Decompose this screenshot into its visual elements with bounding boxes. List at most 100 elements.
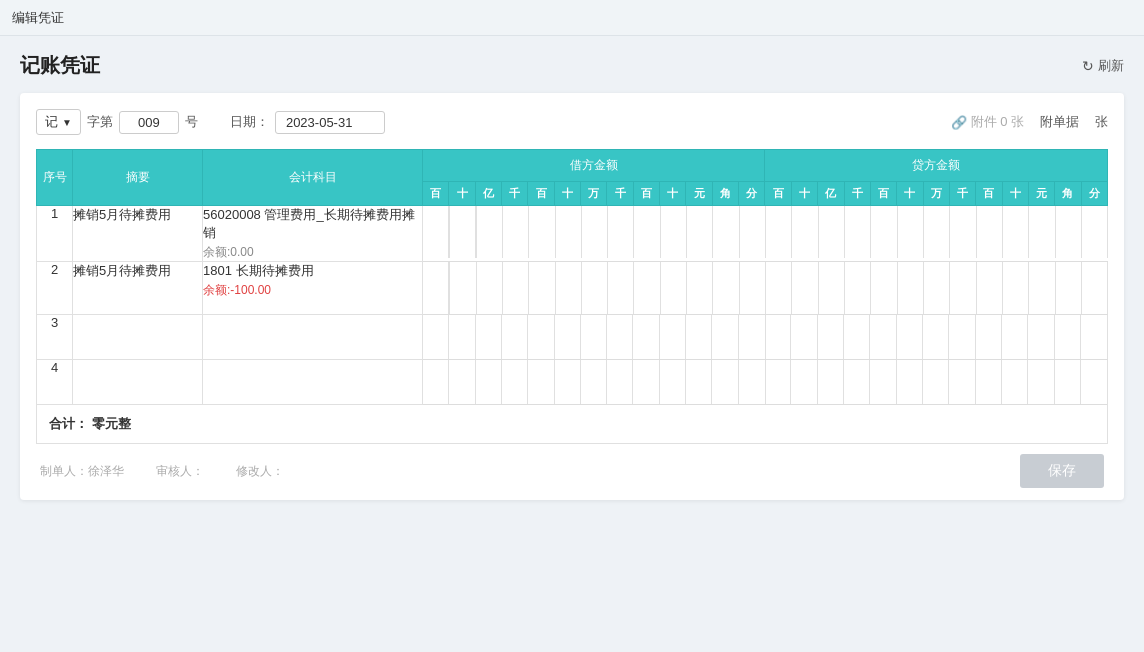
c1-2[interactable] xyxy=(791,206,817,258)
table-container: 序号 摘要 会计科目 借方金额 贷方金额 百 十 亿 千 百 十 万 xyxy=(36,149,1108,444)
c1-4[interactable] xyxy=(844,206,870,258)
cell-account[interactable]: 1801 长期待摊费用 余额:-100.00 xyxy=(203,262,423,315)
d1-4[interactable] xyxy=(502,206,528,258)
cell-account[interactable]: 56020008 管理费用_长期待摊费用摊销 余额:0.00 xyxy=(203,206,423,262)
zi-input[interactable] xyxy=(119,111,179,134)
d1-13[interactable] xyxy=(739,206,765,258)
c2-2[interactable] xyxy=(791,262,817,314)
refresh-button[interactable]: ↻ 刷新 xyxy=(1082,57,1124,75)
th-debit-qian2: 千 xyxy=(607,182,633,206)
c1-12[interactable] xyxy=(1055,206,1081,258)
cell-account[interactable] xyxy=(203,360,423,405)
cell-seq: 3 xyxy=(37,315,73,360)
th-credit-yuan: 元 xyxy=(1028,182,1054,206)
c2-9[interactable] xyxy=(976,262,1002,314)
total-cell: 合计： 零元整 xyxy=(37,405,1108,444)
cell-credit-4[interactable] xyxy=(765,360,1108,405)
th-debit-wan: 万 xyxy=(581,182,607,206)
c2-7[interactable] xyxy=(923,262,949,314)
d1-9[interactable] xyxy=(633,206,659,258)
th-credit-yi: 亿 xyxy=(818,182,844,206)
d1-6[interactable] xyxy=(555,206,581,258)
c1-7[interactable] xyxy=(923,206,949,258)
d1-12[interactable] xyxy=(712,206,738,258)
d2-6[interactable] xyxy=(555,262,581,314)
cell-seq: 2 xyxy=(37,262,73,315)
modifier-label: 修改人： xyxy=(236,464,284,478)
c1-13[interactable] xyxy=(1081,206,1107,258)
d2-9[interactable] xyxy=(633,262,659,314)
c1-6[interactable] xyxy=(897,206,923,258)
d2-7[interactable] xyxy=(581,262,607,314)
c1-10[interactable] xyxy=(1002,206,1028,258)
c1-3[interactable] xyxy=(818,206,844,258)
th-debit-jiao: 角 xyxy=(712,182,738,206)
cell-debit-4[interactable] xyxy=(423,360,765,405)
d2-10[interactable] xyxy=(660,262,686,314)
d1-2[interactable] xyxy=(449,206,475,258)
ji-select[interactable]: 记 ▼ xyxy=(36,109,81,135)
c2-5[interactable] xyxy=(870,262,896,314)
d2-5[interactable] xyxy=(528,262,554,314)
cell-debit-1[interactable] xyxy=(423,206,765,262)
table-row: 3 xyxy=(37,315,1108,360)
c1-9[interactable] xyxy=(976,206,1002,258)
c2-10[interactable] xyxy=(1002,262,1028,314)
d2-4[interactable] xyxy=(502,262,528,314)
footer-info: 制单人：徐泽华 审核人： 修改人： xyxy=(40,463,284,480)
c1-8[interactable] xyxy=(949,206,975,258)
date-input[interactable] xyxy=(275,111,385,134)
d1-3[interactable] xyxy=(476,206,502,258)
d2-13[interactable] xyxy=(739,262,765,314)
d1-11[interactable] xyxy=(686,206,712,258)
cell-credit-3[interactable] xyxy=(765,315,1108,360)
d2-3[interactable] xyxy=(476,262,502,314)
window-titlebar: 编辑凭证 xyxy=(0,0,1144,36)
cell-summary[interactable] xyxy=(73,360,203,405)
cell-credit-1[interactable] xyxy=(765,206,1108,262)
d2-8[interactable] xyxy=(607,262,633,314)
single-btn[interactable]: 附单据 xyxy=(1040,113,1079,131)
c2-11[interactable] xyxy=(1028,262,1054,314)
d2-2[interactable] xyxy=(449,262,475,314)
attachment-link[interactable]: 🔗 附件 0 张 xyxy=(951,113,1024,131)
c1-5[interactable] xyxy=(870,206,896,258)
window-title: 编辑凭证 xyxy=(12,9,64,27)
cell-debit-2[interactable] xyxy=(423,262,765,315)
hao-label: 号 xyxy=(185,113,198,131)
c2-4[interactable] xyxy=(844,262,870,314)
summary-text: 摊销5月待摊费用 xyxy=(73,262,202,280)
cell-debit-3[interactable] xyxy=(423,315,765,360)
cell-account[interactable] xyxy=(203,315,423,360)
d2-11[interactable] xyxy=(686,262,712,314)
c2-8[interactable] xyxy=(949,262,975,314)
c2-13[interactable] xyxy=(1081,262,1107,314)
d1-1[interactable] xyxy=(423,206,449,258)
c2-6[interactable] xyxy=(897,262,923,314)
d2-1[interactable] xyxy=(423,262,449,314)
c2-1[interactable] xyxy=(765,262,791,314)
th-debit-yi: 亿 xyxy=(475,182,501,206)
cell-summary[interactable]: 摊销5月待摊费用 xyxy=(73,206,203,262)
card-footer: 制单人：徐泽华 审核人： 修改人： 保存 xyxy=(36,454,1108,488)
creator-field: 制单人：徐泽华 xyxy=(40,463,124,480)
cell-credit-2[interactable] xyxy=(765,262,1108,315)
d1-10[interactable] xyxy=(660,206,686,258)
d1-7[interactable] xyxy=(581,206,607,258)
th-credit: 贷方金额 xyxy=(765,150,1108,182)
d1-8[interactable] xyxy=(607,206,633,258)
c1-11[interactable] xyxy=(1028,206,1054,258)
cell-seq: 4 xyxy=(37,360,73,405)
cell-summary[interactable]: 摊销5月待摊费用 xyxy=(73,262,203,315)
th-debit-qian1: 千 xyxy=(502,182,528,206)
c2-12[interactable] xyxy=(1055,262,1081,314)
d2-12[interactable] xyxy=(712,262,738,314)
balance-row1: 余额:0.00 xyxy=(203,244,422,261)
d1-5[interactable] xyxy=(528,206,554,258)
c1-1[interactable] xyxy=(765,206,791,258)
th-credit-wan: 万 xyxy=(923,182,949,206)
date-item: 日期： xyxy=(230,111,385,134)
cell-summary[interactable] xyxy=(73,315,203,360)
c2-3[interactable] xyxy=(818,262,844,314)
save-button[interactable]: 保存 xyxy=(1020,454,1104,488)
